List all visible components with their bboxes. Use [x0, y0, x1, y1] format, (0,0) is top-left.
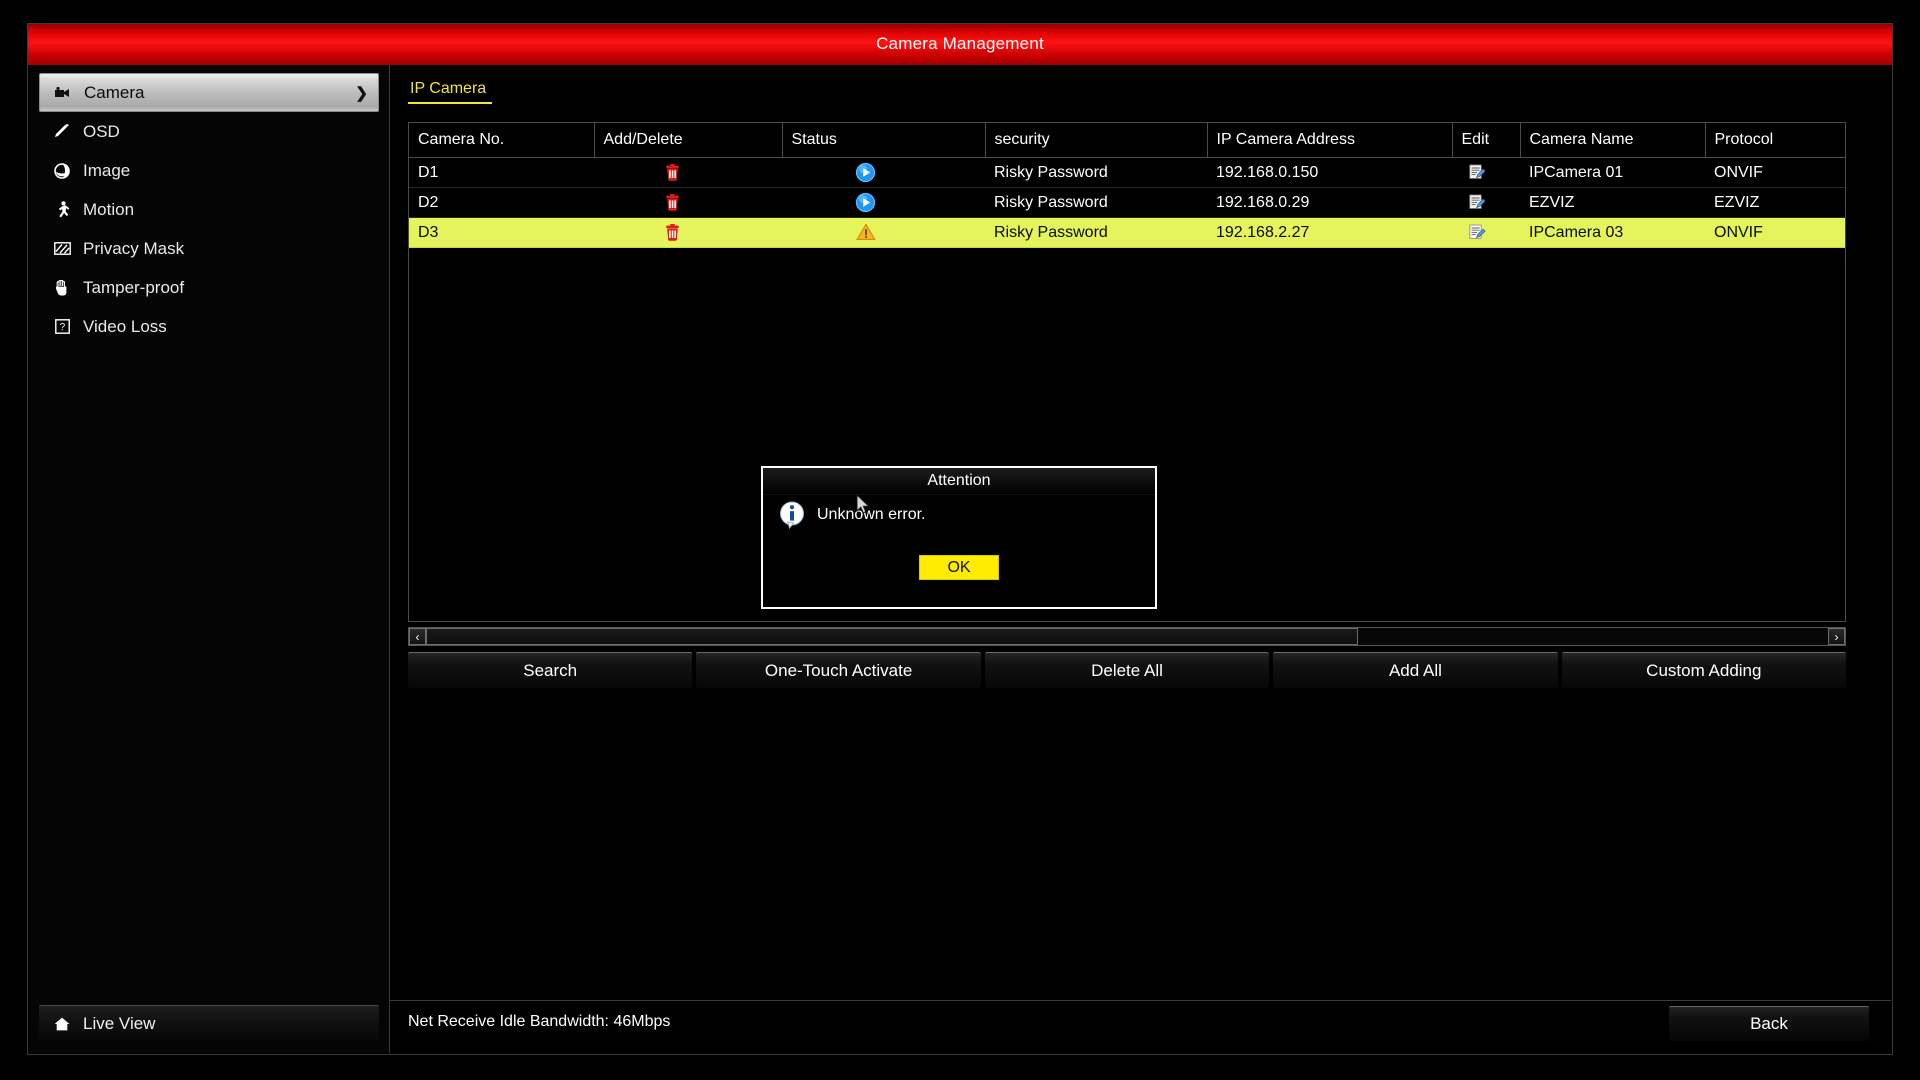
cell-security: Risky Password: [985, 157, 1207, 188]
cell-security: Risky Password: [985, 187, 1207, 218]
dialog-message: Unknown error.: [817, 506, 926, 523]
sidebar: Camera ❯ OSD Image Motion Privacy Mask T…: [29, 65, 390, 1053]
motion-person-icon: [51, 201, 73, 218]
play-circle-icon[interactable]: [856, 163, 875, 182]
table-row[interactable]: D1 Risky Password 192.168.0.150 IPCamera…: [409, 157, 1845, 188]
custom-adding-button[interactable]: Custom Adding: [1561, 652, 1847, 688]
bandwidth-label: Net Receive Idle Bandwidth: 46Mbps: [408, 1013, 671, 1030]
trash-icon[interactable]: [665, 193, 680, 211]
trash-icon[interactable]: [665, 223, 680, 241]
dialog-ok-button[interactable]: OK: [919, 555, 999, 580]
column-header-status: Status: [782, 123, 986, 158]
hand-icon: [51, 279, 73, 296]
cell-edit: [1452, 157, 1520, 188]
privacy-mask-icon: [51, 242, 73, 255]
dialog-title: Attention: [763, 468, 1155, 495]
cell-protocol: EZVIZ: [1705, 187, 1845, 218]
trash-icon[interactable]: [665, 163, 680, 181]
cell-edit: [1452, 187, 1520, 218]
chevron-right-icon: ❯: [355, 84, 368, 102]
scrollbar-track[interactable]: [426, 628, 1828, 645]
delete-all-button[interactable]: Delete All: [984, 652, 1270, 688]
column-header-ip-camera-address: IP Camera Address: [1207, 123, 1453, 158]
scroll-right-button[interactable]: ›: [1828, 628, 1845, 645]
sidebar-item-privacy-mask[interactable]: Privacy Mask: [39, 229, 379, 268]
live-view-label: Live View: [83, 1013, 156, 1033]
cell-camera-no: D2: [409, 187, 594, 218]
osd-pen-icon: [51, 124, 73, 139]
cell-add-delete: [594, 217, 782, 248]
cell-ip-address: 192.168.2.27: [1207, 217, 1452, 248]
home-icon: [51, 1017, 73, 1031]
cell-camera-no: D3: [409, 217, 594, 248]
column-header-add-delete: Add/Delete: [594, 123, 783, 158]
window-title: Camera Management: [876, 34, 1044, 53]
tabbar: IP Camera: [408, 80, 493, 108]
table-header-row: Camera No. Add/Delete Status security IP…: [409, 123, 1845, 158]
ip-camera-table: Camera No. Add/Delete Status security IP…: [409, 123, 1845, 248]
cell-protocol: ONVIF: [1705, 217, 1845, 248]
sidebar-item-label: Video Loss: [83, 316, 167, 336]
statusbar: Net Receive Idle Bandwidth: 46Mbps Back: [390, 1000, 1891, 1053]
cell-camera-name: IPCamera 03: [1520, 217, 1705, 248]
search-button[interactable]: Search: [408, 652, 693, 688]
cell-camera-name: IPCamera 01: [1520, 157, 1705, 188]
edit-pencil-icon[interactable]: [1469, 194, 1486, 210]
sidebar-item-tamper-proof[interactable]: Tamper-proof: [39, 268, 379, 307]
column-header-camera-no: Camera No.: [409, 123, 595, 158]
one-touch-activate-button[interactable]: One-Touch Activate: [696, 652, 981, 688]
window-titlebar: Camera Management: [28, 24, 1892, 66]
column-header-protocol: Protocol: [1705, 123, 1845, 158]
cell-security: Risky Password: [985, 217, 1207, 248]
sidebar-item-image[interactable]: Image: [39, 151, 379, 190]
live-view-button[interactable]: Live View: [39, 1005, 379, 1041]
cell-status: [782, 217, 985, 248]
svg-text:?: ?: [59, 322, 65, 333]
sidebar-item-label: Image: [83, 160, 131, 180]
add-all-button[interactable]: Add All: [1273, 652, 1558, 688]
cell-status: [782, 157, 985, 188]
sidebar-item-motion[interactable]: Motion: [39, 190, 379, 229]
cell-add-delete: [594, 157, 782, 188]
cell-ip-address: 192.168.0.150: [1207, 157, 1452, 188]
back-button[interactable]: Back: [1669, 1006, 1869, 1041]
cell-add-delete: [594, 187, 782, 218]
cell-edit: [1452, 217, 1520, 248]
video-loss-icon: ?: [51, 319, 73, 334]
sidebar-item-label: Tamper-proof: [83, 277, 185, 297]
action-button-row: Search One-Touch Activate Delete All Add…: [408, 652, 1847, 688]
scrollbar-thumb[interactable]: [426, 628, 1359, 645]
sidebar-nav-list: Camera ❯ OSD Image Motion Privacy Mask T…: [29, 73, 389, 346]
table-horizontal-scrollbar[interactable]: ‹ ›: [408, 627, 1846, 646]
sidebar-item-label: Privacy Mask: [83, 238, 185, 258]
column-header-edit: Edit: [1452, 123, 1521, 158]
sidebar-item-label: Motion: [83, 199, 135, 219]
play-circle-icon[interactable]: [856, 193, 875, 212]
table-row[interactable]: D2 Risky Password 192.168.0.29 EZVIZ EZV…: [409, 187, 1845, 218]
sidebar-item-osd[interactable]: OSD: [39, 112, 379, 151]
edit-pencil-icon[interactable]: [1469, 224, 1486, 240]
sidebar-item-label: OSD: [83, 121, 120, 141]
cell-status: [782, 187, 985, 218]
tab-ip-camera[interactable]: IP Camera: [408, 80, 493, 104]
warning-triangle-icon[interactable]: [856, 223, 876, 241]
sidebar-item-camera[interactable]: Camera ❯: [39, 73, 379, 112]
cell-protocol: ONVIF: [1705, 157, 1845, 188]
cell-camera-name: EZVIZ: [1520, 187, 1705, 218]
column-header-camera-name: Camera Name: [1520, 123, 1706, 158]
sidebar-item-label: Camera: [84, 82, 145, 102]
table-row[interactable]: D3 Risky Password 192.168.2.27 IPCamera …: [409, 217, 1845, 248]
screen: Camera Management Camera ❯ OSD Image Mot…: [0, 0, 1920, 1080]
image-aperture-icon: [51, 162, 73, 179]
cell-ip-address: 192.168.0.29: [1207, 187, 1452, 218]
scroll-left-button[interactable]: ‹: [409, 628, 426, 645]
dialog-body: Unknown error.: [779, 501, 926, 529]
info-icon: [779, 501, 805, 529]
column-header-security: security: [985, 123, 1208, 158]
sidebar-item-video-loss[interactable]: ? Video Loss: [39, 307, 379, 346]
cell-camera-no: D1: [409, 157, 594, 188]
camera-icon: [52, 86, 74, 100]
attention-dialog: Attention Unknown error. OK: [761, 466, 1157, 609]
edit-pencil-icon[interactable]: [1469, 164, 1486, 180]
